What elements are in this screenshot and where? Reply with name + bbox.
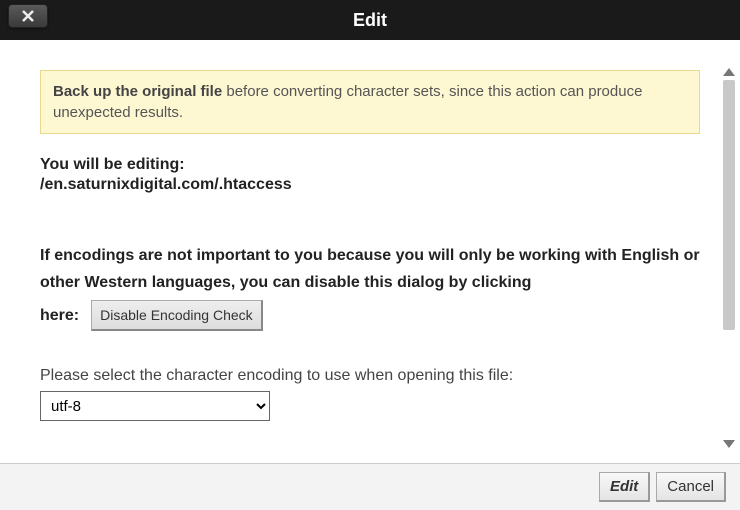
encoding-row: here: Disable Encoding Check <box>40 300 700 331</box>
encoding-select-label: Please select the character encoding to … <box>40 367 700 385</box>
footer: Edit Cancel <box>0 464 740 510</box>
titlebar: Edit <box>0 0 740 40</box>
scroll-down-icon[interactable] <box>723 440 735 448</box>
content-area: Back up the original file before convert… <box>0 40 740 464</box>
here-label: here: <box>40 307 79 325</box>
close-icon <box>21 9 35 23</box>
dialog-title: Edit <box>353 10 387 31</box>
scroll-thumb[interactable] <box>723 80 735 330</box>
edit-button[interactable]: Edit <box>599 472 650 502</box>
cancel-button[interactable]: Cancel <box>656 472 726 502</box>
warning-bold: Back up the original file <box>53 83 222 100</box>
warning-box: Back up the original file before convert… <box>40 70 700 134</box>
close-button[interactable] <box>8 4 48 28</box>
encoding-info-text: If encodings are not important to you be… <box>40 242 700 296</box>
scrollbar[interactable] <box>720 68 738 448</box>
editing-label: You will be editing: <box>40 156 700 174</box>
content-inner: Back up the original file before convert… <box>0 40 740 463</box>
scroll-up-icon[interactable] <box>723 68 735 76</box>
file-path: /en.saturnixdigital.com/.htaccess <box>40 176 700 194</box>
encoding-select[interactable]: utf-8 <box>40 391 270 421</box>
disable-encoding-button[interactable]: Disable Encoding Check <box>91 300 263 331</box>
